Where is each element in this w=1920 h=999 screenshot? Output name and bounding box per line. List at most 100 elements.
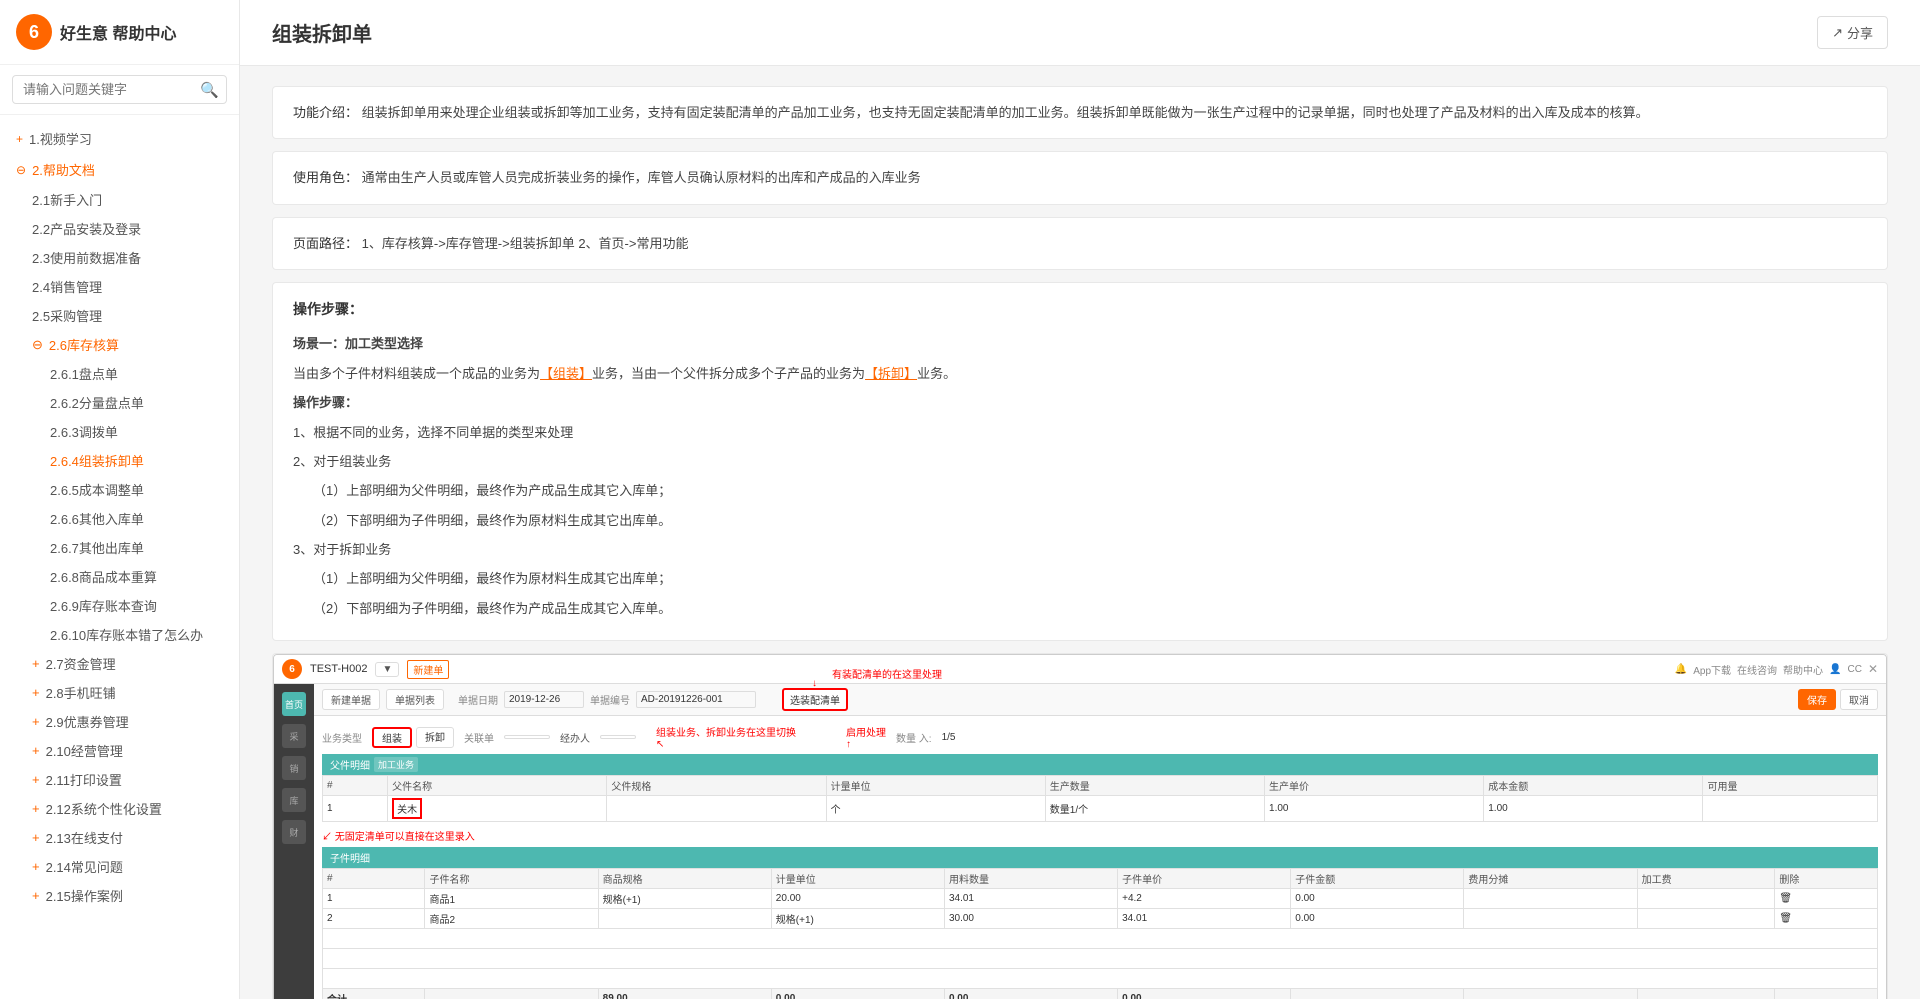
sidebar-item-assembly[interactable]: 2.6.4组装拆卸单 xyxy=(0,446,239,475)
minus-icon: ⊖ xyxy=(16,163,26,177)
mock-subcount-val: 1/5 xyxy=(942,732,956,743)
ops-steps-title: 操作步骤： xyxy=(293,391,1867,414)
sidebar-item-data-prep[interactable]: 2.3使用前数据准备 xyxy=(0,243,239,272)
cases-plus-icon: + xyxy=(32,888,40,903)
sidebar-item-cases[interactable]: + 2.15操作案例 xyxy=(0,881,239,910)
step-2-1: （1）上部明细为父件明细，最终作为产成品生成其它入库单； xyxy=(293,479,1867,502)
faq-plus-icon: + xyxy=(32,859,40,874)
mock-sub-r1-fee xyxy=(1637,889,1775,909)
payment-plus-icon: + xyxy=(32,830,40,845)
ops-steps-title-text: 操作步骤： xyxy=(293,395,358,410)
mock-annotation5-area: ↙ 无固定清单可以直接在这里录入 xyxy=(322,828,1878,843)
mock-dropdown: ▼ xyxy=(375,662,399,677)
role-block: 使用角色： 通常由生产人员或库管人员完成折装业务的操作，库管人员确认原材料的出库… xyxy=(272,151,1888,204)
mock-annotation3-arrow: ↖ xyxy=(656,739,796,750)
nav-tree: + 1.视频学习 ⊖ 2.帮助文档 2.1新手入门 2.2产品安装及登录 2.3… xyxy=(0,115,239,999)
sidebar: 6 好生意 帮助中心 🔍 + 1.视频学习 ⊖ 2.帮助文档 2.1新手入门 2… xyxy=(0,0,240,999)
mock-sub-table-area: 子件明细 # 子件名称 商品规格 计量单位 用料数量 xyxy=(322,847,1878,999)
sidebar-item-ops[interactable]: + 2.10经营管理 xyxy=(0,736,239,765)
sidebar-item-sales[interactable]: 2.4销售管理 xyxy=(0,272,239,301)
sidebar-item-install[interactable]: 2.2产品安装及登录 xyxy=(0,214,239,243)
share-button[interactable]: ↗ 分享 xyxy=(1817,16,1888,49)
mock-sub-total-7 xyxy=(1464,989,1637,999)
finance-plus-icon: + xyxy=(32,656,40,671)
mock-parent-col-unit: 计量单位 xyxy=(826,776,1045,796)
mock-sub-r2-unit: 规格(+1) xyxy=(771,909,944,929)
mock-save-btn: 保存 xyxy=(1798,689,1836,710)
mock-sidebar: 首页 采 销 库 财 xyxy=(274,684,314,999)
sidebar-item-help-docs[interactable]: ⊖ 2.帮助文档 xyxy=(0,154,239,185)
mock-person-label: 经办人 xyxy=(560,730,590,745)
step-3-2: （2）下部明细为子件明细，最终作为产成品生成其它入库单。 xyxy=(293,597,1867,620)
mock-annotation1-area: 选装配清单 有装配清单的在这里处理 ↓ xyxy=(782,688,848,711)
mock-parent-col-amt: 成本金额 xyxy=(1484,776,1703,796)
sidebar-item-other-in[interactable]: 2.6.6其他入库单 xyxy=(0,504,239,533)
mock-logo: 6 xyxy=(282,659,302,679)
sidebar-item-mobile-label: 2.8手机旺铺 xyxy=(46,683,116,702)
sidebar-item-coupon[interactable]: + 2.9优惠券管理 xyxy=(0,707,239,736)
mock-sidebar-icon-2: 采 xyxy=(282,724,306,748)
sidebar-item-custom[interactable]: + 2.12系统个性化设置 xyxy=(0,794,239,823)
mock-parent-table-row: 1 关木 个 数量1/个 1.00 1 xyxy=(323,796,1878,822)
sidebar-item-finance[interactable]: + 2.7资金管理 xyxy=(0,649,239,678)
mock-sub-r1-del: 🗑 xyxy=(1775,889,1878,909)
mock-parent-col-price: 生产单价 xyxy=(1265,776,1484,796)
sidebar-item-ledger-query[interactable]: 2.6.9库存账本查询 xyxy=(0,591,239,620)
mock-annotation4-arrow: ↑ xyxy=(846,739,886,750)
sidebar-item-payment-label: 2.13在线支付 xyxy=(46,828,123,847)
mock-sub-col-del: 删除 xyxy=(1775,869,1878,889)
sidebar-item-partial-stocktake[interactable]: 2.6.2分量盘点单 xyxy=(0,388,239,417)
sidebar-item-other-out[interactable]: 2.6.7其他出库单 xyxy=(0,533,239,562)
intro-text: 组装拆卸单用来处理企业组装或拆卸等加工业务，支持有固定装配清单的产品加工业务，也… xyxy=(362,105,1649,120)
mock-topbar-icons: 🔔 App下载 在线咨询 帮助中心 👤 CC ✕ xyxy=(1675,662,1878,677)
mock-parent-table-area: 父件明细 加工业务 # 父件名称 父件规格 xyxy=(322,754,1878,822)
mock-form-content: 业务类型 组装 拆卸 关联单 经办人 xyxy=(314,716,1886,999)
sidebar-item-print[interactable]: + 2.11打印设置 xyxy=(0,765,239,794)
sidebar-item-finance-label: 2.7资金管理 xyxy=(46,654,116,673)
sidebar-item-cost-recalc[interactable]: 2.6.8商品成本重算 xyxy=(0,562,239,591)
mock-parent-cell-amt: 1.00 xyxy=(1484,796,1703,822)
sidebar-item-transfer[interactable]: 2.6.3调拨单 xyxy=(0,417,239,446)
mock-annotation4-text: 启用处理 xyxy=(846,728,886,739)
mock-person-input xyxy=(600,735,636,739)
scene1-desc: 当由多个子件材料组装成一个成品的业务为【组装】业务，当由一个父件拆分成多个子产品… xyxy=(293,362,1867,385)
sidebar-item-mobile[interactable]: + 2.8手机旺铺 xyxy=(0,678,239,707)
sidebar-item-inventory[interactable]: ⊖ 2.6库存核算 xyxy=(0,330,239,359)
mock-sub-r2-no: 2 xyxy=(323,909,425,929)
sidebar-item-video-label: 1.视频学习 xyxy=(29,129,92,148)
logo-area: 6 好生意 帮助中心 xyxy=(0,0,239,65)
sidebar-item-stocktake[interactable]: 2.6.1盘点单 xyxy=(0,359,239,388)
mock-sub-total-row: 合计 89.00 0.00 0.00 0.00 xyxy=(323,989,1878,999)
search-input[interactable] xyxy=(12,75,227,104)
mock-sub-total-5: 0.00 xyxy=(1118,989,1291,999)
ops-block: 操作步骤： 场景一：加工类型选择 当由多个子件材料组装成一个成品的业务为【组装】… xyxy=(272,282,1888,641)
mock-sub-col-price: 子件单价 xyxy=(1118,869,1291,889)
logo-icon: 6 xyxy=(16,14,52,50)
mock-sub-col-name: 子件名称 xyxy=(425,869,598,889)
screenshot-block: 6 TEST-H002 ▼ 新建单 🔔 App下载 在线咨询 帮助中心 👤 CC… xyxy=(272,653,1888,999)
mock-close-icon: ✕ xyxy=(1868,662,1878,676)
mock-parent-cell-spec xyxy=(607,796,826,822)
mock-sub-col-no: # xyxy=(323,869,425,889)
sidebar-item-newbie[interactable]: 2.1新手入门 xyxy=(0,185,239,214)
mock-sub-table-header-row: # 子件名称 商品规格 计量单位 用料数量 子件单价 子件金额 费用分摊 xyxy=(323,869,1878,889)
mock-sub-total-1 xyxy=(425,989,598,999)
sidebar-item-faq-label: 2.14常见问题 xyxy=(46,857,123,876)
mock-new-tab-btn: 新建单 xyxy=(407,660,449,679)
sidebar-item-purchase[interactable]: 2.5采购管理 xyxy=(0,301,239,330)
sidebar-item-cost-adjust[interactable]: 2.6.5成本调整单 xyxy=(0,475,239,504)
search-button[interactable]: 🔍 xyxy=(200,81,219,99)
mock-sub-r1-share xyxy=(1464,889,1637,909)
sidebar-item-payment[interactable]: + 2.13在线支付 xyxy=(0,823,239,852)
intro-block: 功能介绍： 组装拆卸单用来处理企业组装或拆卸等加工业务，支持有固定装配清单的产品… xyxy=(272,86,1888,139)
mock-form-row-1: 业务类型 组装 拆卸 关联单 经办人 xyxy=(322,724,1878,750)
sidebar-item-faq[interactable]: + 2.14常见问题 xyxy=(0,852,239,881)
sidebar-item-cases-label: 2.15操作案例 xyxy=(46,886,123,905)
mock-annotation3-text: 组装业务、拆卸业务在这里切换 xyxy=(656,728,796,739)
mock-parent-header-sub: 加工业务 xyxy=(374,757,418,772)
sidebar-item-video[interactable]: + 1.视频学习 xyxy=(0,123,239,154)
mock-parent-cell-price: 1.00 xyxy=(1265,796,1484,822)
mock-annotation4-area: 启用处理 ↑ xyxy=(846,724,886,750)
mock-parent-col-name: 父件名称 xyxy=(388,776,607,796)
sidebar-item-ledger-fix[interactable]: 2.6.10库存账本错了怎么办 xyxy=(0,620,239,649)
